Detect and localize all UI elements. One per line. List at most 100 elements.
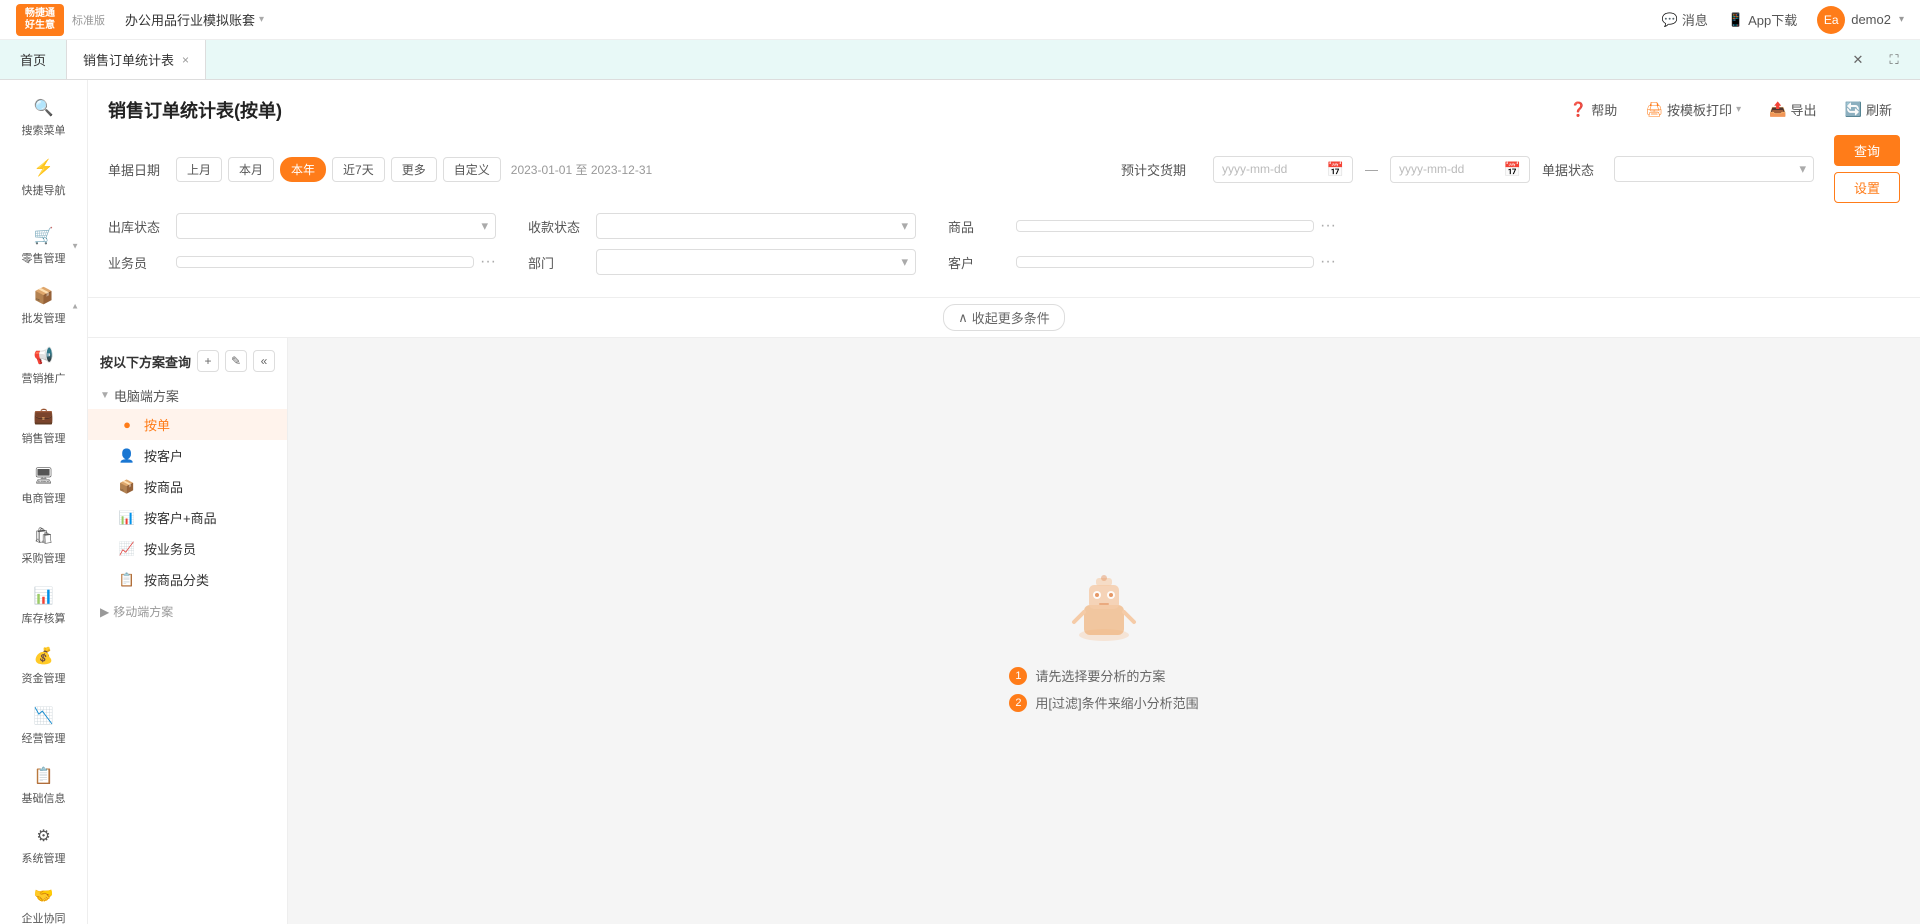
hint-num-2: 2: [1009, 694, 1027, 712]
lp-item-customer-icon: 👤: [118, 448, 136, 464]
customer-input[interactable]: [1016, 256, 1314, 268]
order-status-select[interactable]: [1614, 156, 1814, 182]
app-selector-label: 办公用品行业模拟账套: [125, 10, 255, 29]
expected-date-start[interactable]: yyyy-mm-dd 📅: [1213, 156, 1353, 183]
date-filter-group: 上月 本月 本年 近7天 更多 自定义 2023-01-01 至 2023-12…: [176, 157, 1109, 182]
date-picker-icon-2[interactable]: 📅: [1504, 161, 1521, 178]
app-selector-arrow: ▾: [259, 14, 264, 25]
sidebar-item-enterprise[interactable]: 🤝 企业协同: [0, 876, 87, 924]
sidebar-item-marketing[interactable]: 📢 营销推广: [0, 336, 87, 396]
window-close-btn[interactable]: ✕: [1844, 46, 1872, 74]
sidebar-inventory-label: 库存核算: [22, 610, 66, 626]
customer-field: ···: [1016, 253, 1336, 271]
left-panel: 按以下方案查询 + ✎ « ▼ 电脑端方案 ● 按单: [88, 338, 288, 924]
message-btn[interactable]: 💬 消息: [1662, 10, 1708, 29]
hint-text-2: 用[过滤]条件来缩小分析范围: [1035, 693, 1198, 712]
expected-date-end[interactable]: yyyy-mm-dd 📅: [1390, 156, 1530, 183]
basic-info-icon: 📋: [34, 766, 54, 786]
print-label: 按模板打印: [1667, 100, 1732, 119]
date-separator: —: [1365, 162, 1378, 177]
delivery-status-select[interactable]: [176, 213, 496, 239]
export-icon: 📤: [1769, 101, 1786, 118]
lp-item-goods-category[interactable]: 📋 按商品分类: [88, 564, 287, 595]
user-menu[interactable]: Ea demo2 ▾: [1817, 6, 1904, 34]
goods-input[interactable]: [1016, 220, 1314, 232]
sidebar-item-system[interactable]: ⚙ 系统管理: [0, 816, 87, 876]
last7-btn[interactable]: 近7天: [332, 157, 385, 182]
tab-sales-stats[interactable]: 销售订单统计表 ×: [67, 40, 206, 79]
query-btn[interactable]: 查询: [1834, 135, 1900, 166]
sidebar-item-sales[interactable]: 💼 销售管理: [0, 396, 87, 456]
lp-pc-group[interactable]: ▼ 电脑端方案: [88, 380, 287, 409]
lp-collapse-btn[interactable]: «: [253, 350, 275, 372]
customer-dots[interactable]: ···: [1320, 253, 1336, 271]
lp-item-salesperson-label: 按业务员: [144, 539, 196, 558]
app-download-btn[interactable]: 📱 App下载: [1728, 10, 1797, 29]
tabbar-actions: ✕ ⛶: [1844, 46, 1908, 74]
order-status-label: 单据状态: [1542, 160, 1602, 179]
search-icon: 🔍: [34, 98, 54, 118]
app-selector[interactable]: 办公用品行业模拟账套 ▾: [125, 10, 264, 29]
order-status-select-wrap: ▾: [1614, 156, 1814, 182]
help-btn[interactable]: ❓ 帮助: [1562, 96, 1625, 123]
lp-item-order[interactable]: ● 按单: [88, 409, 287, 440]
salesperson-dots[interactable]: ···: [480, 253, 496, 271]
date-picker-icon-1[interactable]: 📅: [1327, 161, 1344, 178]
lp-edit-btn[interactable]: ✎: [225, 350, 247, 372]
help-label: 帮助: [1591, 100, 1617, 119]
department-select[interactable]: [596, 249, 916, 275]
refresh-btn[interactable]: 🔄 刷新: [1837, 96, 1900, 123]
lp-item-goods[interactable]: 📦 按商品: [88, 471, 287, 502]
tab-home[interactable]: 首页: [0, 40, 67, 79]
export-label: 导出: [1791, 100, 1817, 119]
logo: 畅捷通好生意: [16, 4, 64, 36]
this-month-btn[interactable]: 本月: [228, 157, 274, 182]
sidebar-item-retail[interactable]: 🛒 零售管理: [0, 216, 87, 276]
sidebar-item-ecommerce[interactable]: 🖥 电商管理: [0, 456, 87, 516]
lp-item-salesperson[interactable]: 📈 按业务员: [88, 533, 287, 564]
sidebar-item-search[interactable]: 🔍 搜索菜单: [0, 88, 87, 148]
collapse-btn[interactable]: ∧ 收起更多条件: [943, 304, 1065, 331]
window-expand-btn[interactable]: ⛶: [1880, 46, 1908, 74]
sidebar-item-finance[interactable]: 💰 资金管理: [0, 636, 87, 696]
sidebar-retail-label: 零售管理: [22, 250, 66, 266]
goods-label: 商品: [948, 217, 1004, 236]
sidebar-ecommerce-label: 电商管理: [22, 490, 66, 506]
more-btn[interactable]: 更多: [391, 157, 437, 182]
sidebar-item-quick-nav[interactable]: ⚡ 快捷导航: [0, 148, 87, 208]
print-btn[interactable]: 🖨 按模板打印 ▾: [1637, 96, 1749, 123]
lp-item-customer-goods-label: 按客户+商品: [144, 508, 217, 527]
salesperson-input[interactable]: [176, 256, 474, 268]
lp-item-customer-goods[interactable]: 📊 按客户+商品: [88, 502, 287, 533]
payment-status-wrap: ▾: [596, 213, 916, 239]
last-month-btn[interactable]: 上月: [176, 157, 222, 182]
user-avatar: Ea: [1817, 6, 1845, 34]
settings-btn[interactable]: 设置: [1834, 172, 1900, 203]
filter-section: 单据日期 上月 本月 本年 近7天 更多 自定义 2023-01-01 至 20…: [88, 123, 1920, 298]
sidebar-item-basic-info[interactable]: 📋 基础信息: [0, 756, 87, 816]
user-menu-arrow: ▾: [1899, 14, 1904, 25]
sidebar-item-purchase[interactable]: 🛍 采购管理: [0, 516, 87, 576]
filter-row-1: 单据日期 上月 本月 本年 近7天 更多 自定义 2023-01-01 至 20…: [108, 135, 1900, 203]
lp-add-btn[interactable]: +: [197, 350, 219, 372]
lp-mobile-group[interactable]: ▶ 移动端方案: [88, 595, 287, 624]
sidebar-item-operations[interactable]: 📉 经营管理: [0, 696, 87, 756]
sidebar-item-inventory[interactable]: 📊 库存核算: [0, 576, 87, 636]
lp-pc-group-label: 电脑端方案: [114, 386, 179, 405]
export-btn[interactable]: 📤 导出: [1761, 96, 1824, 123]
collapse-bar[interactable]: ∧ 收起更多条件: [88, 298, 1920, 338]
date-label: 单据日期: [108, 160, 164, 179]
custom-btn[interactable]: 自定义: [443, 157, 501, 182]
topbar-right: 💬 消息 📱 App下载 Ea demo2 ▾: [1662, 6, 1904, 34]
tab-close-btn[interactable]: ×: [182, 53, 189, 67]
lp-title: 按以下方案查询: [100, 352, 191, 371]
print-arrow: ▾: [1736, 104, 1741, 115]
sidebar-item-wholesale[interactable]: 📦 批发管理: [0, 276, 87, 336]
goods-dots[interactable]: ···: [1320, 217, 1336, 235]
lp-item-goods-label: 按商品: [144, 477, 183, 496]
lp-item-customer[interactable]: 👤 按客户: [88, 440, 287, 471]
this-year-btn[interactable]: 本年: [280, 157, 326, 182]
payment-status-select[interactable]: [596, 213, 916, 239]
department-wrap: ▾: [596, 249, 916, 275]
department-label: 部门: [528, 253, 584, 272]
